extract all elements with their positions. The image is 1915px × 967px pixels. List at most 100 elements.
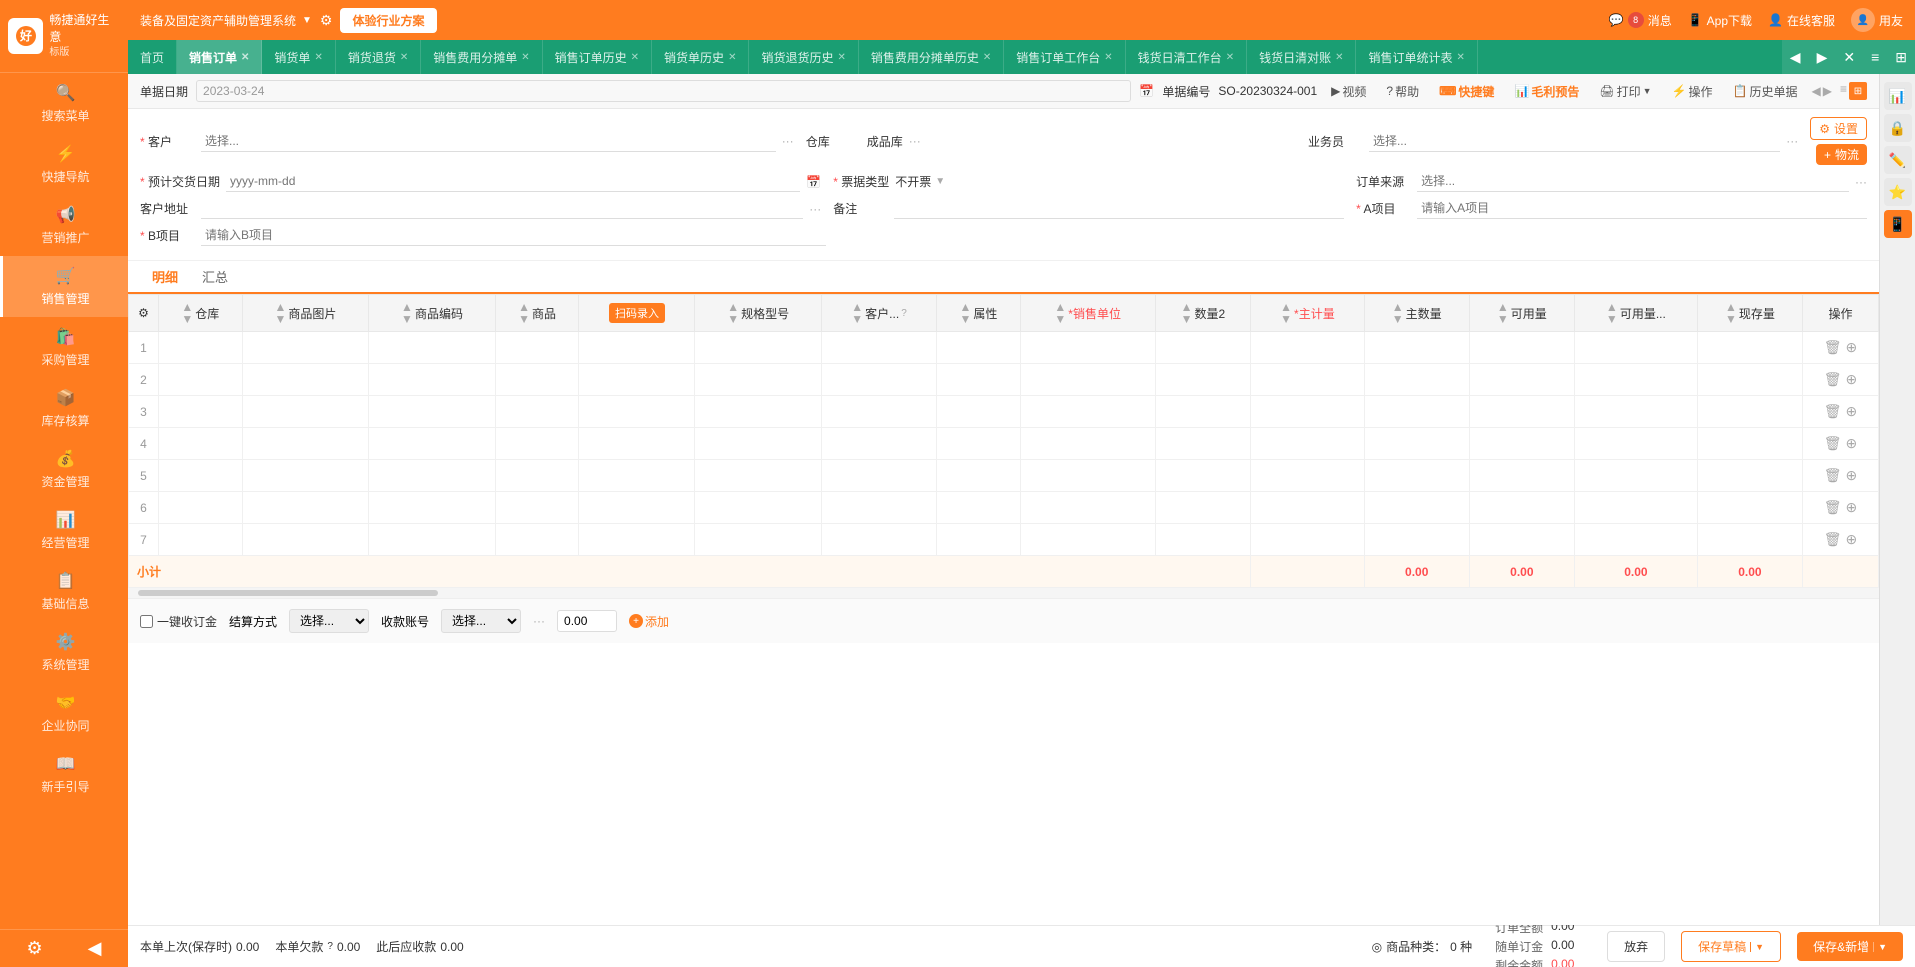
delete-row-icon[interactable]: 🗑 <box>1824 403 1842 420</box>
history-btn[interactable]: 📋 历史单据 <box>1727 81 1804 102</box>
date-picker-icon[interactable]: 📅 <box>806 175 821 189</box>
copy-row-icon[interactable]: ⊕ <box>1846 499 1858 516</box>
sidebar-item-basic-info[interactable]: 📋 基础信息 <box>0 561 128 622</box>
cell-customer-code[interactable] <box>822 524 937 556</box>
cell-warehouse[interactable] <box>159 396 243 428</box>
delete-row-icon[interactable]: 🗑 <box>1824 499 1842 516</box>
tab-order-history[interactable]: 销售订单历史 ✕ <box>543 40 652 74</box>
cell-available[interactable] <box>1469 428 1574 460</box>
settings-gear-icon[interactable]: ⚙ <box>320 12 333 29</box>
cell-customer-code[interactable] <box>822 492 937 524</box>
cell-unit[interactable] <box>1020 396 1155 428</box>
cell-product[interactable] <box>495 364 579 396</box>
tab-close-icon[interactable]: ✕ <box>1457 52 1465 63</box>
sort-icon[interactable]: ▲▼ <box>1054 301 1066 325</box>
sidebar-item-operations[interactable]: 📊 经营管理 <box>0 500 128 561</box>
cell-image[interactable] <box>242 396 369 428</box>
column-settings-icon[interactable]: ⚙ <box>138 306 149 320</box>
help-btn[interactable]: ? 帮助 <box>1380 81 1425 102</box>
calendar-icon[interactable]: 📅 <box>1139 84 1154 98</box>
cell-main-unit[interactable] <box>1251 396 1364 428</box>
sidebar-item-system[interactable]: ⚙️ 系统管理 <box>0 622 128 683</box>
warehouse-more-icon[interactable]: ··· <box>909 134 921 148</box>
cell-warehouse[interactable] <box>159 524 243 556</box>
sidebar-item-sales[interactable]: 🛒 销售管理 <box>0 256 128 317</box>
tab-expense[interactable]: 销售费用分摊单 ✕ <box>421 40 542 74</box>
order-source-input[interactable] <box>1417 171 1849 192</box>
sort-icon[interactable]: ▲▼ <box>275 301 287 325</box>
tab-sales-order[interactable]: 销售订单 ✕ <box>177 40 262 74</box>
right-phone-btn[interactable]: 📱 <box>1884 210 1912 238</box>
cell-customer-code[interactable] <box>822 332 937 364</box>
copy-row-icon[interactable]: ⊕ <box>1846 371 1858 388</box>
cell-customer-code[interactable] <box>822 396 937 428</box>
delete-row-icon[interactable]: 🗑 <box>1824 531 1842 548</box>
cell-attr[interactable] <box>937 396 1021 428</box>
cell-product[interactable] <box>495 524 579 556</box>
tab-close-icon[interactable]: ✕ <box>837 52 845 63</box>
sidebar-settings-icon[interactable]: ⚙ <box>27 938 43 959</box>
setup-button[interactable]: ⚙ 设置 <box>1810 117 1867 140</box>
cell-stock[interactable] <box>1697 524 1802 556</box>
horizontal-scrollbar[interactable] <box>128 588 1879 598</box>
cell-available[interactable] <box>1469 332 1574 364</box>
date-input[interactable] <box>196 80 1131 102</box>
sidebar-item-marketing[interactable]: 📢 营销推广 <box>0 195 128 256</box>
cell-main-qty[interactable] <box>1364 364 1469 396</box>
shortcut-btn[interactable]: ⌨ 快捷键 <box>1433 81 1500 102</box>
cell-stock[interactable] <box>1697 364 1802 396</box>
account-select[interactable]: 选择... <box>441 609 521 633</box>
industry-solution-button[interactable]: 体验行业方案 <box>340 8 436 33</box>
scan-button[interactable]: 扫码录入 <box>609 303 665 323</box>
cell-unit[interactable] <box>1020 524 1155 556</box>
cell-stock[interactable] <box>1697 428 1802 460</box>
sort-icon[interactable]: ▲▼ <box>1725 301 1737 325</box>
cell-stock[interactable] <box>1697 396 1802 428</box>
cell-attr[interactable] <box>937 460 1021 492</box>
cell-qty2[interactable] <box>1155 492 1251 524</box>
prev-doc-icon[interactable]: ◀ <box>1812 84 1821 98</box>
cell-attr[interactable] <box>937 428 1021 460</box>
sort-icon[interactable]: ▲▼ <box>1497 301 1509 325</box>
cell-main-qty[interactable] <box>1364 492 1469 524</box>
cell-customer-code[interactable] <box>822 460 937 492</box>
staff-input[interactable] <box>1369 131 1780 152</box>
cell-attr[interactable] <box>937 332 1021 364</box>
sort-icon[interactable]: ▲▼ <box>1392 301 1404 325</box>
save-new-dropdown-icon[interactable]: ▼ <box>1873 942 1887 952</box>
help-icon[interactable]: ? <box>901 308 907 319</box>
cell-main-qty[interactable] <box>1364 428 1469 460</box>
tab-close-icon[interactable]: ✕ <box>241 52 249 63</box>
tab-close-icon[interactable]: ✕ <box>1226 52 1234 63</box>
cell-available2[interactable] <box>1574 396 1697 428</box>
tab-close-icon[interactable]: ✕ <box>631 52 639 63</box>
cell-main-qty[interactable] <box>1364 396 1469 428</box>
delete-row-icon[interactable]: 🗑 <box>1824 339 1842 356</box>
cell-warehouse[interactable] <box>159 332 243 364</box>
tab-sales-return[interactable]: 销货退货 ✕ <box>336 40 421 74</box>
cell-unit[interactable] <box>1020 364 1155 396</box>
sort-icon[interactable]: ▲▼ <box>1606 301 1618 325</box>
tab-invoice-history[interactable]: 销货单历史 ✕ <box>652 40 749 74</box>
cell-main-qty[interactable] <box>1364 524 1469 556</box>
online-service-item[interactable]: 👤 在线客服 <box>1768 12 1835 29</box>
cell-product[interactable] <box>495 428 579 460</box>
cell-code[interactable] <box>369 460 496 492</box>
cell-customer-code[interactable] <box>822 428 937 460</box>
cell-available[interactable] <box>1469 364 1574 396</box>
tab-home[interactable]: 首页 <box>128 40 177 74</box>
credit-help-icon[interactable]: ? <box>327 941 333 952</box>
system-dropdown-icon[interactable]: ▼ <box>302 15 312 26</box>
right-chart-btn[interactable]: 📊 <box>1884 82 1912 110</box>
cell-image[interactable] <box>242 332 369 364</box>
cell-code[interactable] <box>369 332 496 364</box>
cell-unit[interactable] <box>1020 428 1155 460</box>
save-draft-button[interactable]: 保存草稿 ▼ <box>1681 931 1781 962</box>
cell-qty2[interactable] <box>1155 332 1251 364</box>
delete-row-icon[interactable]: 🗑 <box>1824 435 1842 452</box>
sort-icon[interactable]: ▲▼ <box>401 301 413 325</box>
sort-icon[interactable]: ▲▼ <box>727 301 739 325</box>
project-a-input[interactable] <box>1417 198 1867 219</box>
cell-image[interactable] <box>242 492 369 524</box>
tab-close-icon[interactable]: ✕ <box>400 52 408 63</box>
